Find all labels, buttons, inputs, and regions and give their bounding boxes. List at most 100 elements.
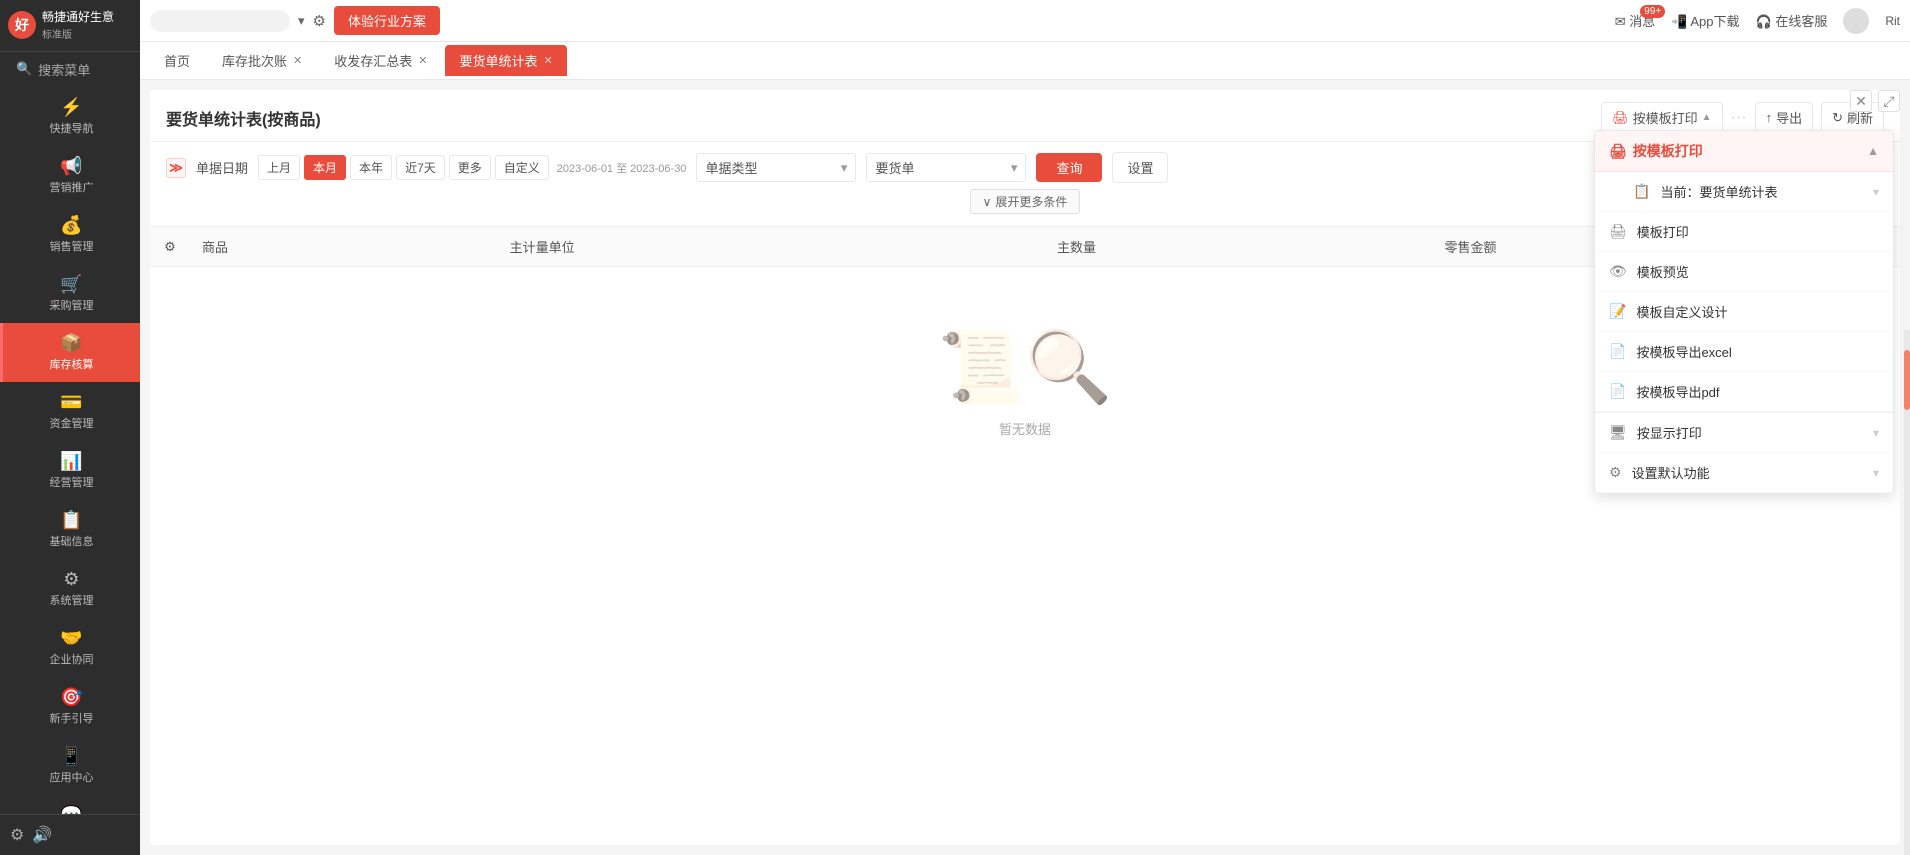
dropdown-item-template-print[interactable]: 🖨 模板打印 [1595, 212, 1893, 252]
right-scrollbar-thumb[interactable] [1904, 350, 1910, 410]
sidebar: 好 畅捷通好生意 标准版 🔍 搜索菜单 ⚡ 快捷导航 📢 营销推广 💰 销售管理… [0, 0, 140, 855]
date-custom-btn[interactable]: 自定义 [495, 155, 549, 180]
messages-button[interactable]: ✉ 消息 99+ [1615, 11, 1656, 30]
export-pdf-label: 按模板导出pdf [1636, 382, 1879, 401]
display-print-arrow: ▾ [1873, 426, 1879, 440]
date-7days-btn[interactable]: 近7天 [396, 155, 445, 180]
tab-receipt-summary-close[interactable]: ✕ [418, 54, 427, 67]
date-more-btn[interactable]: 更多 [449, 155, 491, 180]
dropdown-item-set-default[interactable]: ⚙ 设置默认功能 ▾ [1595, 453, 1893, 493]
window-close-button[interactable]: ✕ [1850, 90, 1872, 112]
tab-batch-accounts[interactable]: 库存批次账 ✕ [208, 45, 316, 76]
online-service-label: 在线客服 [1775, 14, 1827, 29]
sidebar-item-quick-nav[interactable]: ⚡ 快捷导航 [0, 87, 140, 146]
enterprise-wx-icon: 💬 [60, 805, 82, 814]
sidebar-item-marketing[interactable]: 📢 营销推广 [0, 146, 140, 205]
sidebar-bottom: ⚙ 🔊 [0, 814, 140, 855]
date-this-year-btn[interactable]: 本年 [350, 155, 392, 180]
settings-button[interactable]: 设置 [1112, 152, 1168, 183]
audio-icon[interactable]: 🔊 [32, 825, 52, 845]
dropdown-item-display-print[interactable]: 🖥 按显示打印 ▾ [1595, 413, 1893, 453]
sidebar-item-inventory[interactable]: 📦 库存核算 [0, 323, 140, 382]
system-label: 系统管理 [50, 592, 94, 608]
export-excel-icon: 📄 [1609, 343, 1626, 360]
tab-receipt-summary[interactable]: 收发存汇总表 ✕ [320, 45, 441, 76]
goods-filter-select[interactable]: 要货单 ▾ [866, 153, 1026, 182]
sidebar-item-finance[interactable]: 💳 资金管理 [0, 382, 140, 441]
guide-icon: 🎯 [60, 687, 82, 708]
date-last-month-btn[interactable]: 上月 [258, 155, 300, 180]
logo-text: 畅捷通好生意 标准版 [42, 10, 114, 41]
tab-demand-stats-close[interactable]: ✕ [544, 54, 553, 67]
table-settings-icon[interactable]: ⚙ [164, 239, 176, 254]
avatar[interactable] [1843, 8, 1869, 34]
tab-demand-stats-label: 要货单统计表 [459, 51, 537, 70]
dropdown-item-template-preview[interactable]: 👁 模板预览 [1595, 252, 1893, 292]
page-title: 要货单统计表(按商品) [166, 106, 321, 130]
query-button[interactable]: 查询 [1036, 153, 1102, 182]
sales-icon: 💰 [60, 215, 82, 236]
sidebar-item-enterprise-wx[interactable]: 💬 企业微信 [0, 795, 140, 814]
sidebar-item-operations[interactable]: 📊 经营管理 [0, 441, 140, 500]
basic-info-icon: 📋 [60, 510, 82, 531]
date-range-text: 2023-06-01 至 2023-06-30 [557, 160, 687, 176]
printer-icon: 🖨 [1612, 110, 1629, 126]
tab-batch-accounts-close[interactable]: ✕ [293, 54, 302, 67]
online-service-button[interactable]: 🎧 在线客服 [1756, 11, 1828, 30]
finance-icon: 💳 [60, 392, 82, 413]
sidebar-item-basic-info[interactable]: 📋 基础信息 [0, 500, 140, 559]
page-toolbar: 🖨 按模板打印 ▲ ··· ↑ 导出 ↻ 刷新 [1601, 102, 1884, 133]
dropdown-item-template-custom[interactable]: 📝 模板自定义设计 [1595, 292, 1893, 332]
topbar-gear-icon[interactable]: ⚙ [313, 12, 326, 30]
tab-home[interactable]: 首页 [150, 45, 204, 76]
dropdown-title-label: 按模板打印 [1633, 141, 1703, 161]
template-print-arrow-up: ▲ [1702, 112, 1712, 123]
app-download-label: App下载 [1690, 14, 1739, 29]
page-content: 要货单统计表(按商品) 🖨 按模板打印 ▲ ··· ↑ 导出 ↻ 刷新 [140, 80, 1910, 855]
type-filter-arrow: ▾ [841, 160, 848, 176]
export-button[interactable]: ↑ 导出 [1755, 102, 1814, 133]
logo-icon: 好 [8, 11, 36, 39]
basic-info-label: 基础信息 [50, 533, 94, 549]
tab-demand-stats[interactable]: 要货单统计表 ✕ [445, 45, 566, 76]
topbar-search-input[interactable] [150, 10, 290, 32]
nav-menu: ⚡ 快捷导航 📢 营销推广 💰 销售管理 🛒 采购管理 📦 库存核算 💳 资金管… [0, 87, 140, 814]
empty-illustration: 📜🔍 [938, 327, 1112, 409]
window-expand-button[interactable]: ⤢ [1878, 90, 1900, 112]
topbar-dropdown-icon[interactable]: ▾ [298, 13, 305, 29]
dropdown-current-item[interactable]: 📋 当前：要货单统计表 ▾ [1595, 172, 1893, 212]
current-item-icon: 📋 [1633, 183, 1650, 200]
dropdown-item-export-excel[interactable]: 📄 按模板导出excel [1595, 332, 1893, 372]
template-print-button[interactable]: 🖨 按模板打印 ▲ [1601, 102, 1722, 133]
trial-industry-button[interactable]: 体验行业方案 [334, 6, 440, 35]
username-label: Rit [1885, 14, 1900, 28]
sidebar-item-purchase[interactable]: 🛒 采购管理 [0, 264, 140, 323]
search-menu[interactable]: 🔍 搜索菜单 [0, 52, 140, 87]
purchase-icon: 🛒 [60, 274, 82, 295]
message-icon: ✉ [1615, 14, 1626, 29]
col-settings[interactable]: ⚙ [150, 227, 190, 267]
empty-state-text: 暂无数据 [999, 419, 1051, 438]
dropdown-collapse-icon[interactable]: ▲ [1867, 144, 1879, 158]
dropdown-item-export-pdf[interactable]: 📄 按模板导出pdf [1595, 372, 1893, 412]
operations-icon: 📊 [60, 451, 82, 472]
sidebar-item-sales[interactable]: 💰 销售管理 [0, 205, 140, 264]
sidebar-item-system[interactable]: ⚙ 系统管理 [0, 559, 140, 618]
date-this-month-btn[interactable]: 本月 [304, 155, 346, 180]
topbar-actions: ✉ 消息 99+ 📲 App下载 🎧 在线客服 Rit [1615, 8, 1900, 34]
sidebar-item-enterprise[interactable]: 🤝 企业协同 [0, 618, 140, 677]
settings-icon[interactable]: ⚙ [10, 825, 24, 845]
type-filter-label: 单据类型 [705, 158, 757, 177]
messages-badge: 99+ [1640, 5, 1665, 18]
filter-expand-icon[interactable]: ≫ [166, 158, 186, 178]
refresh-icon: ↻ [1832, 110, 1843, 126]
expand-conditions-button[interactable]: ∨ 展开更多条件 [970, 189, 1081, 214]
sidebar-item-app-center[interactable]: 📱 应用中心 [0, 736, 140, 795]
search-menu-label: 搜索菜单 [38, 60, 90, 79]
more-options-icon[interactable]: ··· [1731, 109, 1747, 127]
type-filter-select[interactable]: 单据类型 ▾ [696, 153, 856, 182]
app-download-button[interactable]: 📲 App下载 [1671, 11, 1739, 30]
display-print-label: 按显示打印 [1637, 423, 1863, 442]
sidebar-item-guide[interactable]: 🎯 新手引导 [0, 677, 140, 736]
finance-label: 资金管理 [50, 415, 94, 431]
